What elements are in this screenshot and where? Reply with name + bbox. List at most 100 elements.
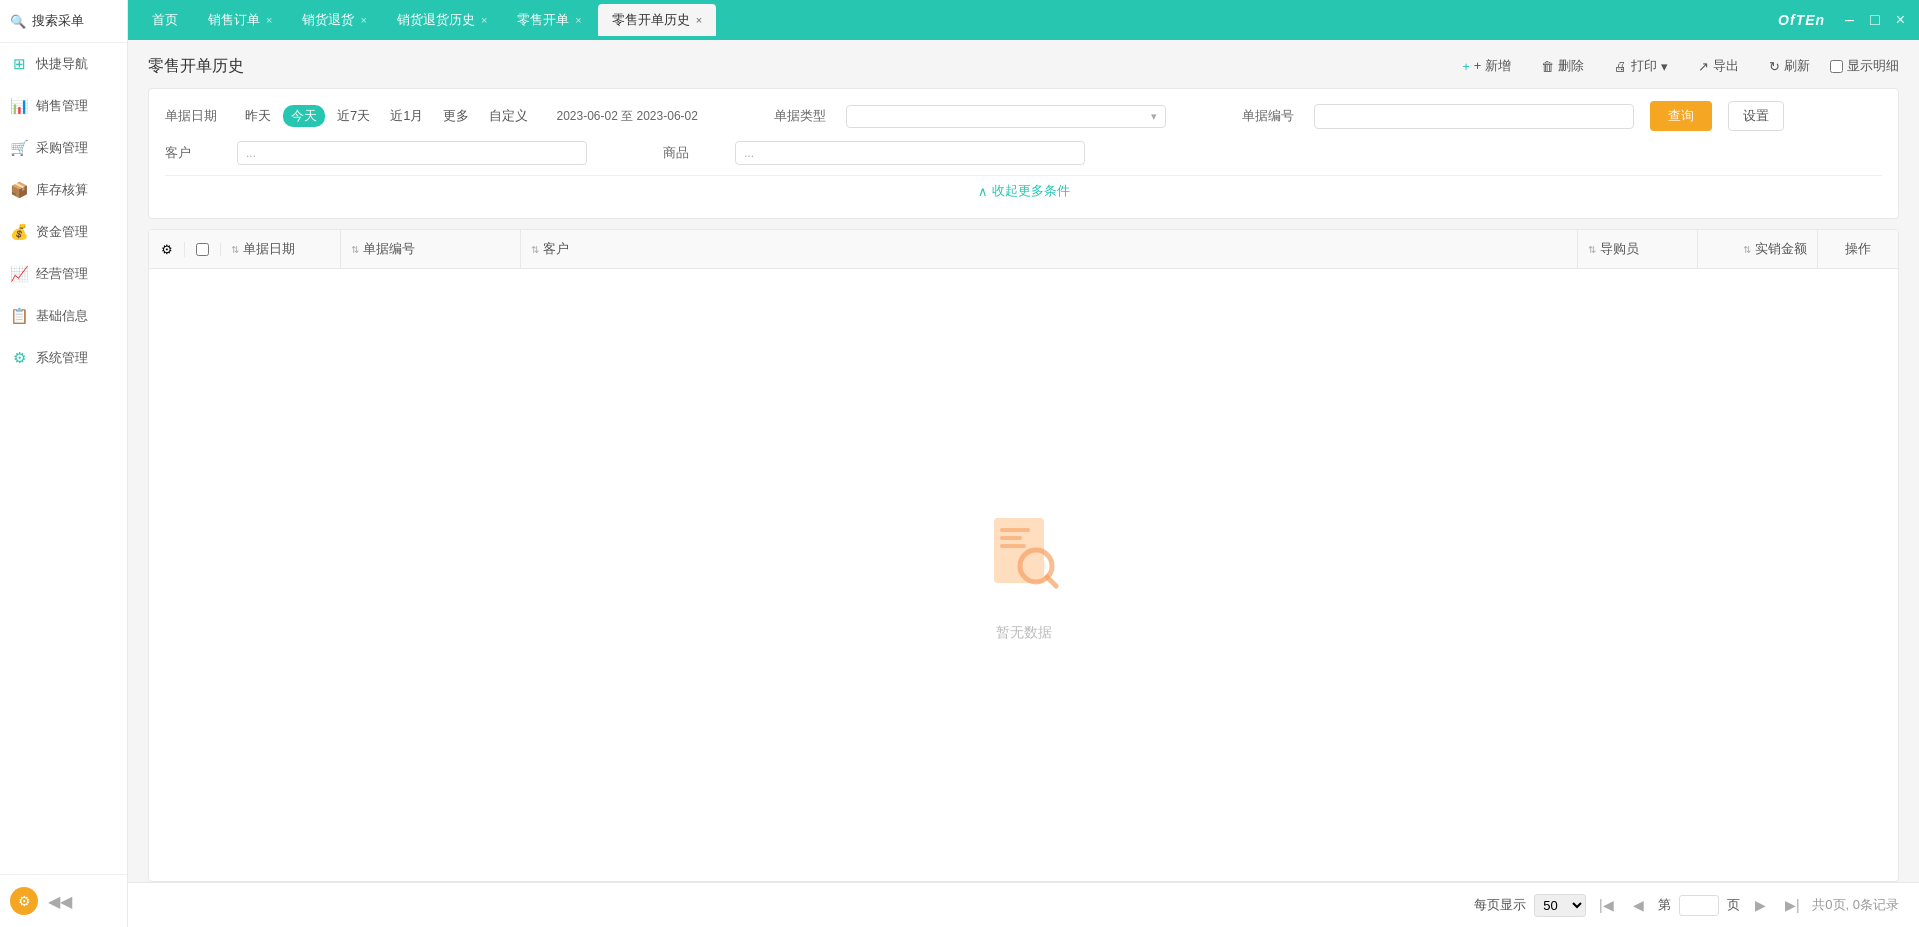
collapse-label: 收起更多条件 [992,182,1070,200]
refresh-icon: ↻ [1769,59,1780,74]
base-info-icon: 📋 [10,307,28,325]
sort-customer-icon: ⇅ [531,244,539,255]
sidebar-item-inventory[interactable]: 📦 库存核算 [0,169,127,211]
page-label-suffix: 页 [1727,896,1740,914]
sys-mgmt-icon: ⚙ [10,349,28,367]
sidebar-item-label: 资金管理 [36,223,88,241]
print-button[interactable]: 🖨 打印 ▾ [1604,52,1678,80]
close-sales-return-history-icon[interactable]: × [481,14,487,26]
page-total: 共0页, 0条记录 [1812,896,1899,914]
add-button[interactable]: + + 新增 [1452,52,1521,80]
quick-nav-icon: ⊞ [10,55,28,73]
th-date[interactable]: ⇅ 单据日期 [221,230,341,268]
print-icon: 🖨 [1614,59,1627,74]
query-button[interactable]: 查询 [1650,101,1712,131]
sidebar-item-operations[interactable]: 📈 经营管理 [0,253,127,295]
show-detail-toggle[interactable]: 显示明细 [1830,57,1899,75]
sidebar-footer: ⚙ ◀◀ [0,874,127,927]
sidebar-item-base-info[interactable]: 📋 基础信息 [0,295,127,337]
th-number[interactable]: ⇅ 单据编号 [341,230,521,268]
topnav-right: OfTEn – □ × [1770,7,1909,33]
sidebar-item-purchase-mgmt[interactable]: 🛒 采购管理 [0,127,127,169]
window-minimize-button[interactable]: □ [1866,7,1884,33]
type-select[interactable]: ▾ [846,105,1166,128]
date-shortcuts: 昨天 今天 近7天 近1月 更多 自定义 [237,105,536,127]
export-icon: ↗ [1698,59,1709,74]
add-icon: + [1462,59,1470,74]
column-settings-icon[interactable]: ⚙ [161,242,173,257]
refresh-button[interactable]: ↻ 刷新 [1759,52,1820,80]
next-page-button[interactable]: ▶ [1748,893,1772,917]
prev-page-button[interactable]: ◀ [1626,893,1650,917]
th-checkbox[interactable] [185,243,221,256]
brand-text: OfTEn [1770,12,1833,28]
collapse-sidebar-button[interactable]: ◀◀ [48,892,72,911]
date-btn-more[interactable]: 更多 [435,105,477,127]
tab-sales-return-history[interactable]: 销货退货历史 × [383,4,501,36]
tab-sales-return[interactable]: 销货退货 × [288,4,380,36]
customer-select-dots: ... [246,146,256,160]
sales-icon: 📊 [10,97,28,115]
th-guide[interactable]: ⇅ 导购员 [1578,230,1698,268]
window-maximize-button[interactable]: × [1892,7,1909,33]
operations-icon: 📈 [10,265,28,283]
delete-icon: 🗑 [1541,59,1554,74]
date-btn-1month[interactable]: 近1月 [382,105,431,127]
date-btn-custom[interactable]: 自定义 [481,105,536,127]
gear-button[interactable]: ⚙ [10,887,38,915]
sidebar-item-finance[interactable]: 💰 资金管理 [0,211,127,253]
sidebar-item-quick-nav[interactable]: ⊞ 快捷导航 [0,43,127,85]
export-button[interactable]: ↗ 导出 [1688,52,1749,80]
collapse-filter-button[interactable]: ∧ 收起更多条件 [165,175,1882,206]
sidebar-item-label: 库存核算 [36,181,88,199]
page-number-input[interactable]: 1 [1679,895,1719,916]
sidebar-item-sales-mgmt[interactable]: 📊 销售管理 [0,85,127,127]
last-page-button[interactable]: ▶| [1780,893,1804,917]
customer-label: 客户 [165,144,221,162]
number-input[interactable] [1314,104,1634,129]
delete-button[interactable]: 🗑 删除 [1531,52,1594,80]
type-label: 单据类型 [774,107,830,125]
goods-select[interactable]: ... [735,141,1085,165]
date-btn-today[interactable]: 今天 [283,105,325,127]
close-retail-history-icon[interactable]: × [696,14,702,26]
top-nav: 首页 销售订单 × 销货退货 × 销货退货历史 × 零售开单 × 零售开单历史 … [128,0,1919,40]
type-dropdown-icon: ▾ [1151,110,1157,123]
purchase-icon: 🛒 [10,139,28,157]
filter-area: 单据日期 昨天 今天 近7天 近1月 更多 自定义 2023-06-02 至 2… [148,88,1899,219]
per-page-select[interactable]: 10 20 50 100 [1534,894,1586,917]
table-area: ⚙ ⇅ 单据日期 ⇅ 单据编号 ⇅ 客户 ⇅ [148,229,1899,882]
close-retail-open-icon[interactable]: × [575,14,581,26]
customer-select[interactable]: ... [237,141,587,165]
svg-point-5 [1026,556,1046,576]
first-page-button[interactable]: |◀ [1594,893,1618,917]
print-dropdown-icon: ▾ [1661,59,1668,74]
sidebar-search[interactable]: 🔍 搜索采单 [0,0,127,43]
tab-home[interactable]: 首页 [138,4,192,36]
close-sales-order-icon[interactable]: × [266,14,272,26]
sort-guide-icon: ⇅ [1588,244,1596,255]
show-detail-checkbox[interactable] [1830,60,1843,73]
sidebar-item-label: 采购管理 [36,139,88,157]
content-area: 零售开单历史 + + 新增 🗑 删除 🖨 打印 ▾ ↗ 导出 [128,40,1919,927]
settings-button[interactable]: 设置 [1728,101,1784,131]
filter-row-2: 客户 ... 商品 ... [165,141,1882,165]
select-all-checkbox[interactable] [196,243,209,256]
date-btn-7days[interactable]: 近7天 [329,105,378,127]
empty-illustration [974,508,1074,608]
tab-sales-order[interactable]: 销售订单 × [194,4,286,36]
svg-rect-3 [1000,544,1026,548]
inventory-icon: 📦 [10,181,28,199]
sidebar-item-sys-mgmt[interactable]: ⚙ 系统管理 [0,337,127,379]
th-amount[interactable]: ⇅ 实销金额 [1698,230,1818,268]
date-btn-yesterday[interactable]: 昨天 [237,105,279,127]
close-sales-return-icon[interactable]: × [360,14,366,26]
tab-sales-return-label: 销货退货 [302,11,354,29]
th-customer[interactable]: ⇅ 客户 [521,230,1578,268]
window-close-button[interactable]: – [1841,7,1858,33]
tab-retail-history[interactable]: 零售开单历史 × [598,4,716,36]
svg-rect-1 [1000,528,1030,532]
th-settings[interactable]: ⚙ [149,242,185,257]
tab-retail-open[interactable]: 零售开单 × [503,4,595,36]
tab-sales-order-label: 销售订单 [208,11,260,29]
